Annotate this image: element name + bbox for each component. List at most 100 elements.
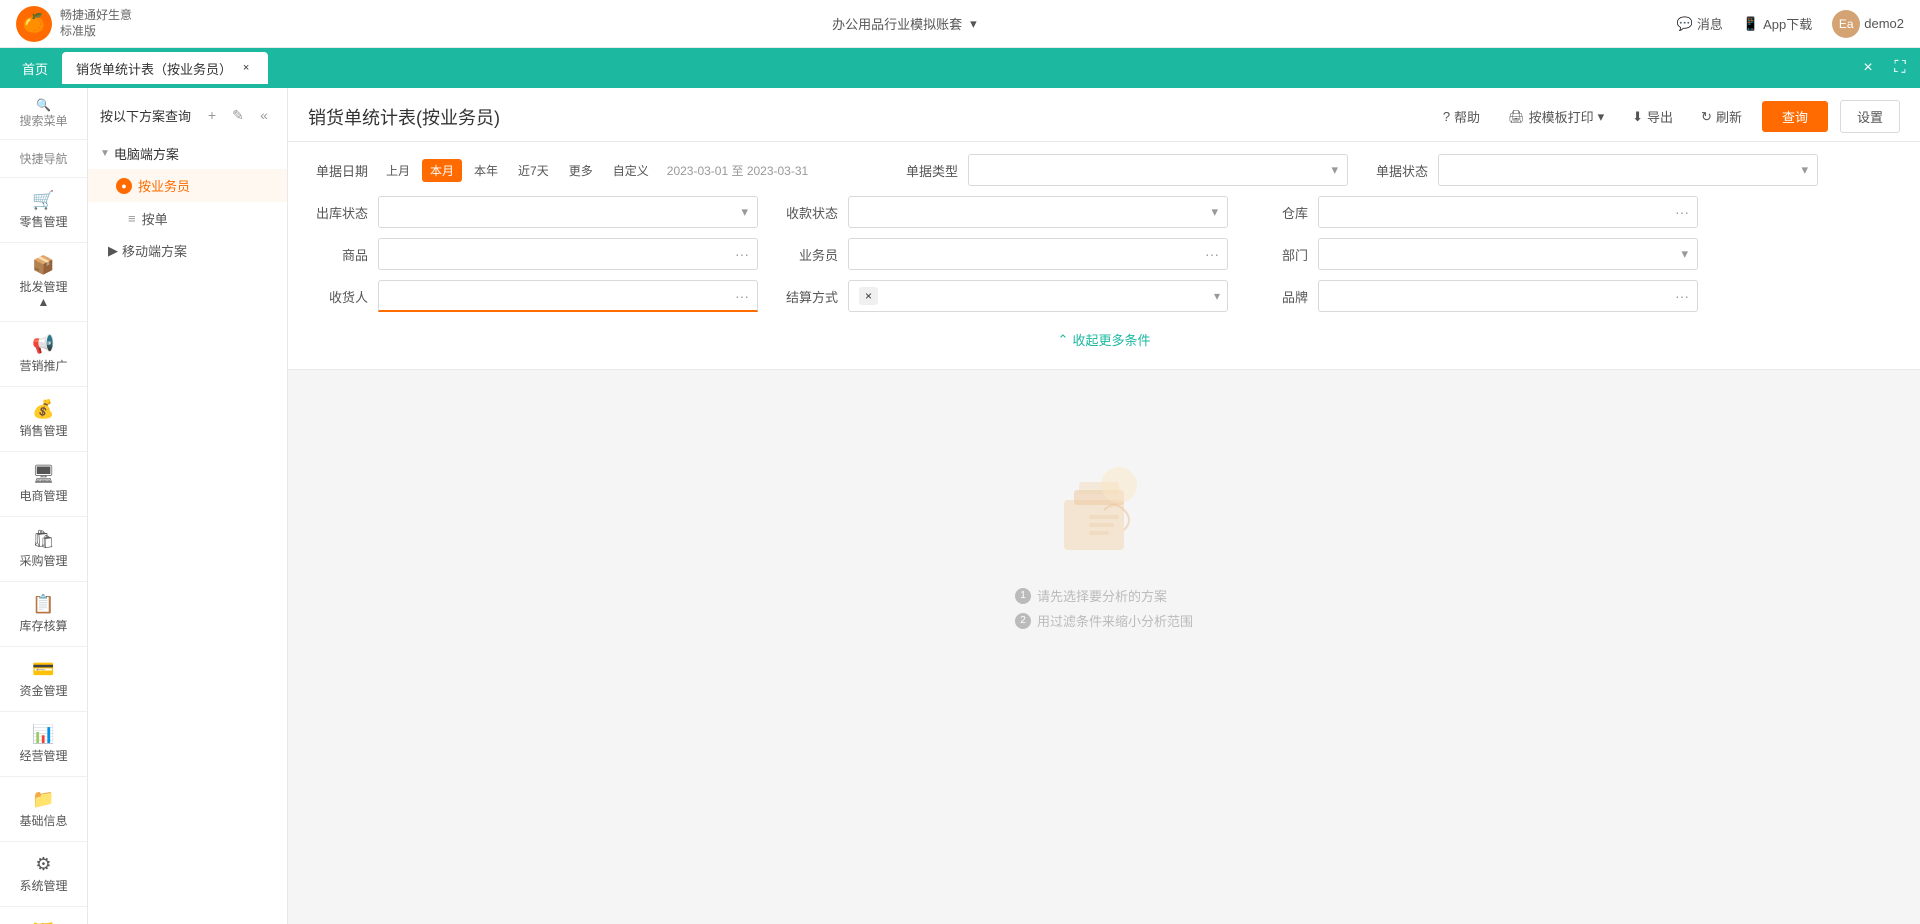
consignee-input[interactable]: [378, 280, 758, 312]
date-tab-more[interactable]: 更多: [561, 159, 601, 182]
sidebar-item-ecommerce[interactable]: 🖥 电商管理: [0, 452, 87, 517]
tab-home[interactable]: 首页: [8, 52, 62, 84]
company-selector[interactable]: 办公用品行业模拟账套 ▾: [832, 14, 977, 33]
tab-expand-btn[interactable]: ⛶: [1888, 56, 1912, 80]
dept-label: 部门: [1248, 245, 1318, 264]
tip-num-1: 1: [1015, 588, 1031, 604]
empty-tip-1: 1 请先选择要分析的方案: [1015, 586, 1193, 605]
sidebar-item-sales[interactable]: 💰 销售管理: [0, 387, 87, 452]
refresh-btn[interactable]: ↻ 刷新: [1693, 103, 1750, 130]
date-tab-custom[interactable]: 自定义: [605, 159, 657, 182]
query-btn[interactable]: 查询: [1762, 101, 1828, 132]
message-icon: 💬: [1677, 16, 1693, 32]
desktop-group-arrow: ▼: [100, 148, 110, 159]
template-print-btn[interactable]: 🖨 按模板打印 ▾: [1500, 103, 1612, 130]
add-scheme-btn[interactable]: +: [201, 104, 223, 126]
sidebar-search[interactable]: 🔍 搜索菜单: [0, 88, 87, 140]
logo-line1: 畅捷通好生意: [60, 8, 132, 24]
payment-method-input[interactable]: ×: [848, 280, 1228, 312]
refresh-icon: ↻: [1701, 109, 1712, 125]
stock-status-filter: [378, 196, 758, 228]
stock-status-label: 出库状态: [308, 203, 378, 222]
tab-close-btn[interactable]: ×: [238, 60, 254, 76]
export-icon: ⬇: [1632, 109, 1643, 125]
date-tab-this-month[interactable]: 本月: [422, 159, 462, 182]
staff-input[interactable]: [848, 238, 1228, 270]
logo-line2: 标准版: [60, 24, 132, 40]
sidebar-item-inventory[interactable]: 📋 库存核算: [0, 582, 87, 647]
marketing-label: 营销推广: [19, 357, 67, 374]
empty-illustration: [1044, 450, 1164, 570]
ecommerce-icon: 🖥: [32, 464, 55, 485]
operation-icon: 📊: [32, 724, 54, 745]
brand-input[interactable]: [1318, 280, 1698, 312]
mobile-group-header[interactable]: ▶ 移动端方案: [88, 235, 287, 266]
sidebar-item-wholesale[interactable]: 📦 批发管理 ▲: [0, 243, 87, 322]
settings-btn[interactable]: 设置: [1840, 100, 1900, 133]
message-label: 消息: [1697, 14, 1723, 33]
sidebar-item-basic[interactable]: 📁 基础信息: [0, 777, 87, 842]
tab-home-label: 首页: [22, 59, 48, 78]
tab-sales-stat-label: 销货单统计表（按业务员）: [76, 59, 232, 78]
tab-sales-stat[interactable]: 销货单统计表（按业务员） ×: [62, 52, 268, 84]
doc-type-select[interactable]: [968, 154, 1348, 186]
doc-status-filter: [1438, 154, 1818, 186]
logo-area: 🍊 畅捷通好生意 标准版: [16, 6, 132, 42]
sidebar-item-purchase[interactable]: 🛍 采购管理: [0, 517, 87, 582]
sidebar-item-retail[interactable]: 🛒 零售管理: [0, 178, 87, 243]
stock-status-select-wrapper: [378, 196, 758, 228]
date-tab-this-year[interactable]: 本年: [466, 159, 506, 182]
payment-status-label: 收款状态: [778, 203, 848, 222]
empty-tip-2: 2 用过滤条件来缩小分析范围: [1015, 611, 1193, 630]
tab-close-all-btn[interactable]: ×: [1856, 56, 1880, 80]
user-menu[interactable]: Ea demo2: [1832, 10, 1904, 38]
help-icon: ?: [1443, 109, 1450, 124]
payment-method-select-wrapper: × ▾: [848, 280, 1228, 312]
inventory-icon: 📋: [32, 594, 54, 615]
inventory-label: 库存核算: [19, 617, 67, 634]
quick-nav-label: 快捷导航: [4, 150, 83, 167]
sidebar-item-system[interactable]: ⚙ 系统管理: [0, 842, 87, 907]
payment-method-tag-close[interactable]: ×: [865, 289, 872, 303]
sidebar-item-enterprise[interactable]: 🤝 企业协同: [0, 907, 87, 924]
dept-select[interactable]: [1318, 238, 1698, 270]
doc-status-select-wrapper: [1438, 154, 1818, 186]
stock-status-select[interactable]: [378, 196, 758, 228]
logo-icon: 🍊: [16, 6, 52, 42]
marketing-icon: 📢: [32, 334, 54, 355]
app-download-btn[interactable]: 📱 App下载: [1743, 14, 1812, 33]
collapse-filters-btn[interactable]: ⌃ 收起更多条件: [308, 322, 1900, 357]
print-dropdown-icon: ▾: [1598, 109, 1605, 125]
doc-status-select[interactable]: [1438, 154, 1818, 186]
page-actions: ? 帮助 🖨 按模板打印 ▾ ⬇ 导出 ↻ 刷新: [1435, 100, 1900, 133]
sub-scheme-by-order[interactable]: ≡ 按单: [88, 202, 287, 235]
sub-scheme-label: 按单: [142, 209, 168, 228]
help-btn[interactable]: ? 帮助: [1435, 103, 1488, 130]
collapse-panel-btn[interactable]: «: [253, 104, 275, 126]
staff-label: 业务员: [778, 245, 848, 264]
main-content: 销货单统计表(按业务员) ? 帮助 🖨 按模板打印 ▾ ⬇ 导出: [288, 88, 1920, 924]
scheme-item-by-staff[interactable]: ● 按业务员: [88, 169, 287, 202]
filter-row-3: 商品 业务员 部门: [308, 238, 1900, 270]
sidebar-quick-nav[interactable]: 快捷导航: [0, 140, 87, 178]
date-tab-last-month[interactable]: 上月: [378, 159, 418, 182]
empty-state: 1 请先选择要分析的方案 2 用过滤条件来缩小分析范围: [288, 370, 1920, 710]
sales-icon: 💰: [32, 399, 54, 420]
sidebar-item-marketing[interactable]: 📢 营销推广: [0, 322, 87, 387]
date-tab-7days[interactable]: 近7天: [510, 159, 557, 182]
panel-header: 按以下方案查询 + ✎ «: [88, 96, 287, 134]
top-header: 🍊 畅捷通好生意 标准版 办公用品行业模拟账套 ▾ 💬 消息 📱 App下载 E…: [0, 0, 1920, 48]
sidebar-item-operation[interactable]: 📊 经营管理: [0, 712, 87, 777]
message-btn[interactable]: 💬 消息: [1677, 14, 1723, 33]
product-input[interactable]: [378, 238, 758, 270]
mobile-arrow-icon: ▶: [108, 243, 118, 259]
payment-status-select[interactable]: [848, 196, 1228, 228]
edit-scheme-btn[interactable]: ✎: [227, 104, 249, 126]
desktop-group-header[interactable]: ▼ 电脑端方案: [88, 138, 287, 169]
username: demo2: [1864, 16, 1904, 31]
warehouse-input[interactable]: [1318, 196, 1698, 228]
warehouse-filter[interactable]: [1318, 196, 1698, 228]
export-btn[interactable]: ⬇ 导出: [1624, 103, 1681, 130]
tab-bar: 首页 销货单统计表（按业务员） × × ⛶: [0, 48, 1920, 88]
sidebar-item-finance[interactable]: 💳 资金管理: [0, 647, 87, 712]
